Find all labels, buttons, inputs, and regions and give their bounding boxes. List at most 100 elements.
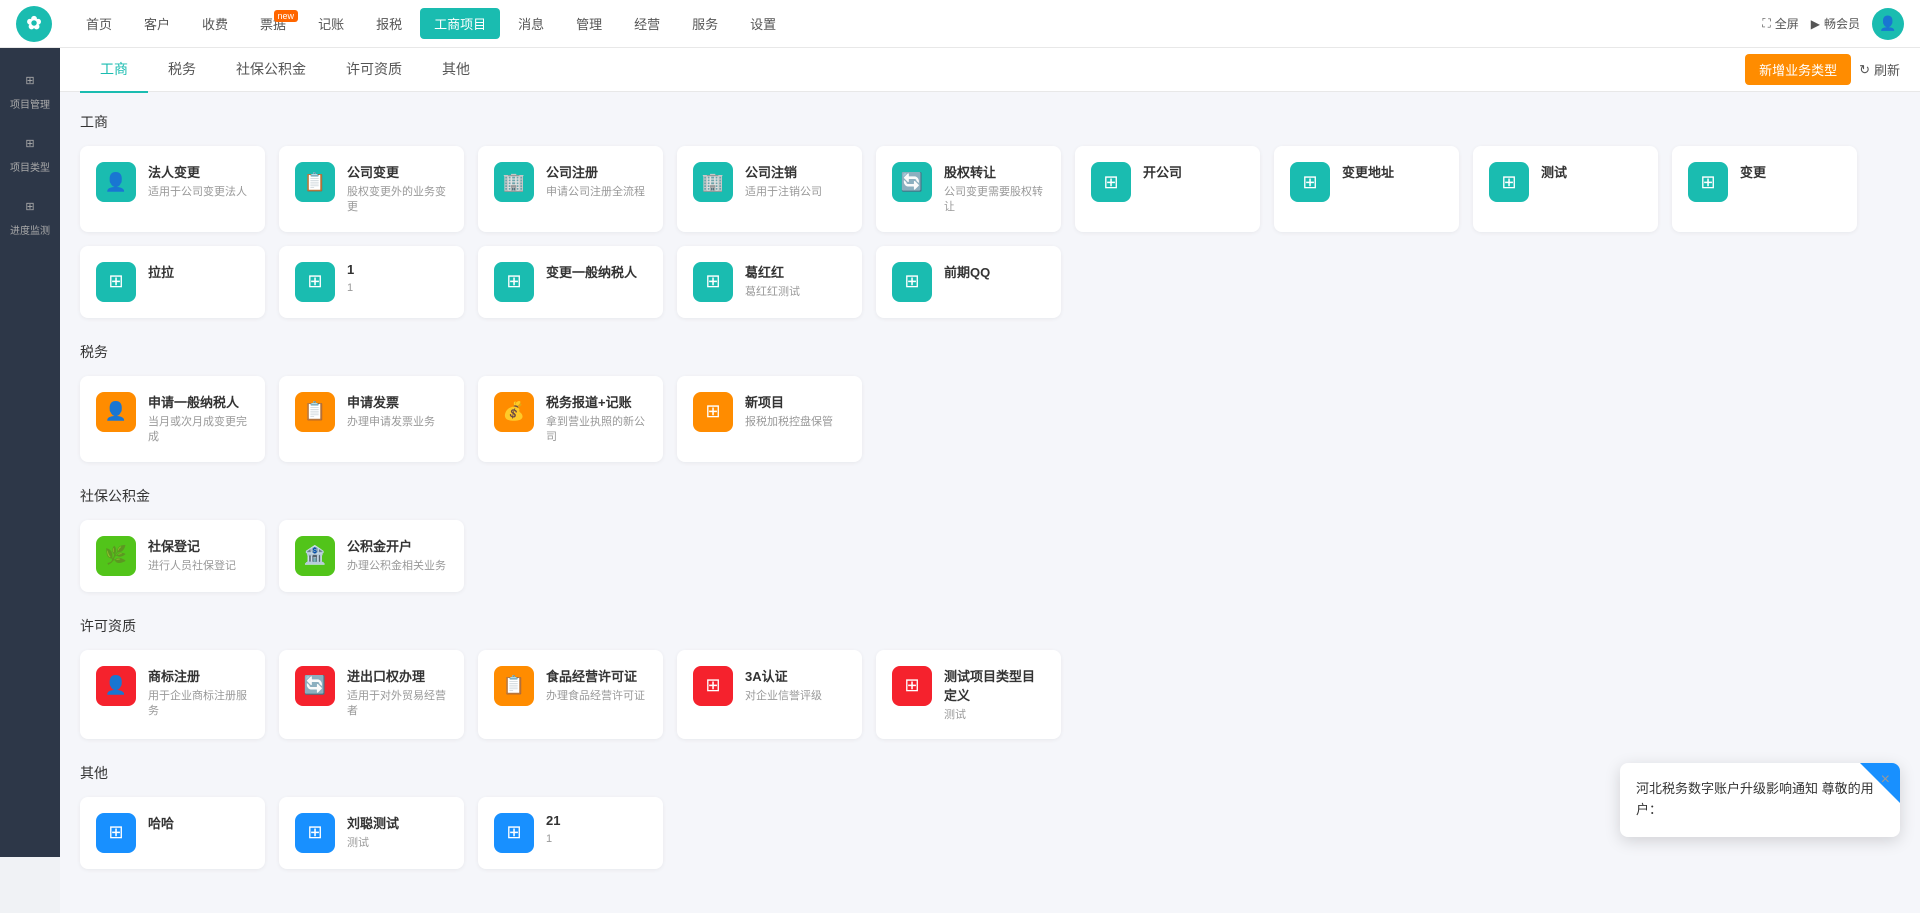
service-card-开公司[interactable]: ⊞开公司 bbox=[1075, 146, 1260, 232]
service-card-拉拉[interactable]: ⊞拉拉 bbox=[80, 246, 265, 318]
nav-item-首页[interactable]: 首页 bbox=[72, 8, 126, 39]
tab-许可资质[interactable]: 许可资质 bbox=[326, 47, 422, 93]
service-card-公司注册[interactable]: 🏢公司注册申请公司注册全流程 bbox=[478, 146, 663, 232]
service-card-申请一般纳税人[interactable]: 👤申请一般纳税人当月或次月成变更完成 bbox=[80, 376, 265, 462]
cards-grid-工商: 👤法人变更适用于公司变更法人📋公司变更股权变更外的业务变更🏢公司注册申请公司注册… bbox=[80, 146, 1900, 318]
service-name: 进出口权办理 bbox=[347, 666, 448, 685]
avatar[interactable]: 👤 bbox=[1872, 8, 1904, 40]
service-card-测试项目类型目定义[interactable]: ⊞测试项目类型目定义测试 bbox=[876, 650, 1061, 739]
service-icon: 🔄 bbox=[892, 162, 932, 202]
service-card-3A认证[interactable]: ⊞3A认证对企业信誉评级 bbox=[677, 650, 862, 739]
fullscreen-label: 全屏 bbox=[1775, 15, 1799, 32]
nav-item-消息[interactable]: 消息 bbox=[504, 8, 558, 39]
service-info: 食品经营许可证办理食品经营许可证 bbox=[546, 666, 647, 704]
service-icon: ⊞ bbox=[494, 813, 534, 853]
service-icon: ⊞ bbox=[892, 666, 932, 706]
nav-item-管理[interactable]: 管理 bbox=[562, 8, 616, 39]
service-card-税务报道+记账[interactable]: 💰税务报道+记账拿到营业执照的新公司 bbox=[478, 376, 663, 462]
logo: ✿ bbox=[16, 6, 52, 42]
service-info: 开公司 bbox=[1143, 162, 1244, 185]
service-card-21[interactable]: ⊞211 bbox=[478, 797, 663, 869]
service-card-公积金开户[interactable]: 🏦公积金开户办理公积金相关业务 bbox=[279, 520, 464, 592]
service-icon: ⊞ bbox=[494, 262, 534, 302]
service-card-葛红红[interactable]: ⊞葛红红葛红红测试 bbox=[677, 246, 862, 318]
service-info: 申请发票办理申请发票业务 bbox=[347, 392, 448, 430]
service-info: 公司注销适用于注销公司 bbox=[745, 162, 846, 200]
service-icon: ⊞ bbox=[892, 262, 932, 302]
nav-item-收费[interactable]: 收费 bbox=[188, 8, 242, 39]
service-card-变更一般纳税人[interactable]: ⊞变更一般纳税人 bbox=[478, 246, 663, 318]
nav-item-工商项目[interactable]: 工商项目 bbox=[420, 8, 500, 39]
nav-item-报税[interactable]: 报税 bbox=[362, 8, 416, 39]
service-desc: 适用于对外贸易经营者 bbox=[347, 689, 448, 720]
tab-税务[interactable]: 税务 bbox=[148, 47, 216, 93]
section-title-社保公积金: 社保公积金 bbox=[80, 486, 1900, 506]
service-desc: 公司变更需要股权转让 bbox=[944, 185, 1045, 216]
sidebar-item-label: 进度监测 bbox=[10, 222, 50, 237]
service-desc: 拿到营业执照的新公司 bbox=[546, 415, 647, 446]
fullscreen-btn[interactable]: ⛶ 全屏 bbox=[1762, 15, 1798, 32]
service-name: 申请一般纳税人 bbox=[148, 392, 249, 411]
popup-close-btn[interactable]: × bbox=[1881, 771, 1890, 789]
avatar-icon: 👤 bbox=[1879, 15, 1896, 32]
sidebar-item-进度监测[interactable]: ⊞进度监测 bbox=[0, 184, 60, 247]
refresh-button[interactable]: ↻ 刷新 bbox=[1859, 60, 1900, 79]
service-desc: 申请公司注册全流程 bbox=[546, 185, 647, 200]
nav-item-经营[interactable]: 经营 bbox=[620, 8, 674, 39]
service-name: 测试 bbox=[1541, 162, 1642, 181]
tab-其他[interactable]: 其他 bbox=[422, 47, 490, 93]
tab-社保公积金[interactable]: 社保公积金 bbox=[216, 47, 326, 93]
service-card-社保登记[interactable]: 🌿社保登记进行人员社保登记 bbox=[80, 520, 265, 592]
nav-right: ⛶ 全屏 ▶ 畅会员 👤 bbox=[1762, 8, 1904, 40]
sidebar: ⊞项目管理⊞项目类型⊞进度监测 bbox=[0, 48, 60, 857]
service-icon: ⊞ bbox=[96, 262, 136, 302]
tab-工商[interactable]: 工商 bbox=[80, 47, 148, 93]
tab-bar: 工商税务社保公积金许可资质其他 新增业务类型 ↻ 刷新 bbox=[60, 48, 1920, 92]
cards-grid-社保公积金: 🌿社保登记进行人员社保登记🏦公积金开户办理公积金相关业务 bbox=[80, 520, 1900, 592]
member-btn[interactable]: ▶ 畅会员 bbox=[1811, 15, 1860, 32]
cards-grid-税务: 👤申请一般纳税人当月或次月成变更完成📋申请发票办理申请发票业务💰税务报道+记账拿… bbox=[80, 376, 1900, 462]
service-desc: 1 bbox=[546, 832, 647, 847]
service-icon: 📋 bbox=[295, 162, 335, 202]
service-info: 11 bbox=[347, 262, 448, 296]
service-name: 葛红红 bbox=[745, 262, 846, 281]
service-name: 测试项目类型目定义 bbox=[944, 666, 1045, 704]
service-card-公司变更[interactable]: 📋公司变更股权变更外的业务变更 bbox=[279, 146, 464, 232]
service-card-食品经营许可证[interactable]: 📋食品经营许可证办理食品经营许可证 bbox=[478, 650, 663, 739]
nav-item-票据[interactable]: 票据new bbox=[246, 8, 300, 39]
nav-item-服务[interactable]: 服务 bbox=[678, 8, 732, 39]
nav-item-记账[interactable]: 记账 bbox=[304, 8, 358, 39]
service-card-哈哈[interactable]: ⊞哈哈 bbox=[80, 797, 265, 869]
service-name: 公司注册 bbox=[546, 162, 647, 181]
service-icon: ⊞ bbox=[1688, 162, 1728, 202]
service-card-新项目[interactable]: ⊞新项目报税加税控盘保管 bbox=[677, 376, 862, 462]
service-card-进出口权办理[interactable]: 🔄进出口权办理适用于对外贸易经营者 bbox=[279, 650, 464, 739]
nav-items: 首页客户收费票据new记账报税工商项目消息管理经营服务设置 bbox=[72, 8, 1762, 39]
service-card-测试[interactable]: ⊞测试 bbox=[1473, 146, 1658, 232]
nav-item-设置[interactable]: 设置 bbox=[736, 8, 790, 39]
service-card-刘聪测试[interactable]: ⊞刘聪测试测试 bbox=[279, 797, 464, 869]
service-icon: 🌿 bbox=[96, 536, 136, 576]
tab-actions: 新增业务类型 ↻ 刷新 bbox=[1745, 54, 1900, 85]
service-name: 股权转让 bbox=[944, 162, 1045, 181]
service-info: 申请一般纳税人当月或次月成变更完成 bbox=[148, 392, 249, 446]
service-info: 商标注册用于企业商标注册服务 bbox=[148, 666, 249, 720]
nav-item-客户[interactable]: 客户 bbox=[130, 8, 184, 39]
service-card-变更地址[interactable]: ⊞变更地址 bbox=[1274, 146, 1459, 232]
sidebar-item-label: 项目类型 bbox=[10, 159, 50, 174]
sidebar-item-项目管理[interactable]: ⊞项目管理 bbox=[0, 58, 60, 121]
service-card-法人变更[interactable]: 👤法人变更适用于公司变更法人 bbox=[80, 146, 265, 232]
service-card-股权转让[interactable]: 🔄 股权转让公司变更需要股权转让 bbox=[876, 146, 1061, 232]
service-info: 公司注册申请公司注册全流程 bbox=[546, 162, 647, 200]
service-card-前期QQ[interactable]: ⊞前期QQ bbox=[876, 246, 1061, 318]
service-card-商标注册[interactable]: 👤商标注册用于企业商标注册服务 bbox=[80, 650, 265, 739]
service-card-1[interactable]: ⊞11 bbox=[279, 246, 464, 318]
service-card-公司注销[interactable]: 🏢公司注销适用于注销公司 bbox=[677, 146, 862, 232]
sidebar-item-项目类型[interactable]: ⊞项目类型 bbox=[0, 121, 60, 184]
service-name: 开公司 bbox=[1143, 162, 1244, 181]
service-desc: 用于企业商标注册服务 bbox=[148, 689, 249, 720]
service-card-申请发票[interactable]: 📋申请发票办理申请发票业务 bbox=[279, 376, 464, 462]
service-desc: 1 bbox=[347, 281, 448, 296]
new-type-button[interactable]: 新增业务类型 bbox=[1745, 54, 1851, 85]
service-card-变更[interactable]: ⊞变更 bbox=[1672, 146, 1857, 232]
